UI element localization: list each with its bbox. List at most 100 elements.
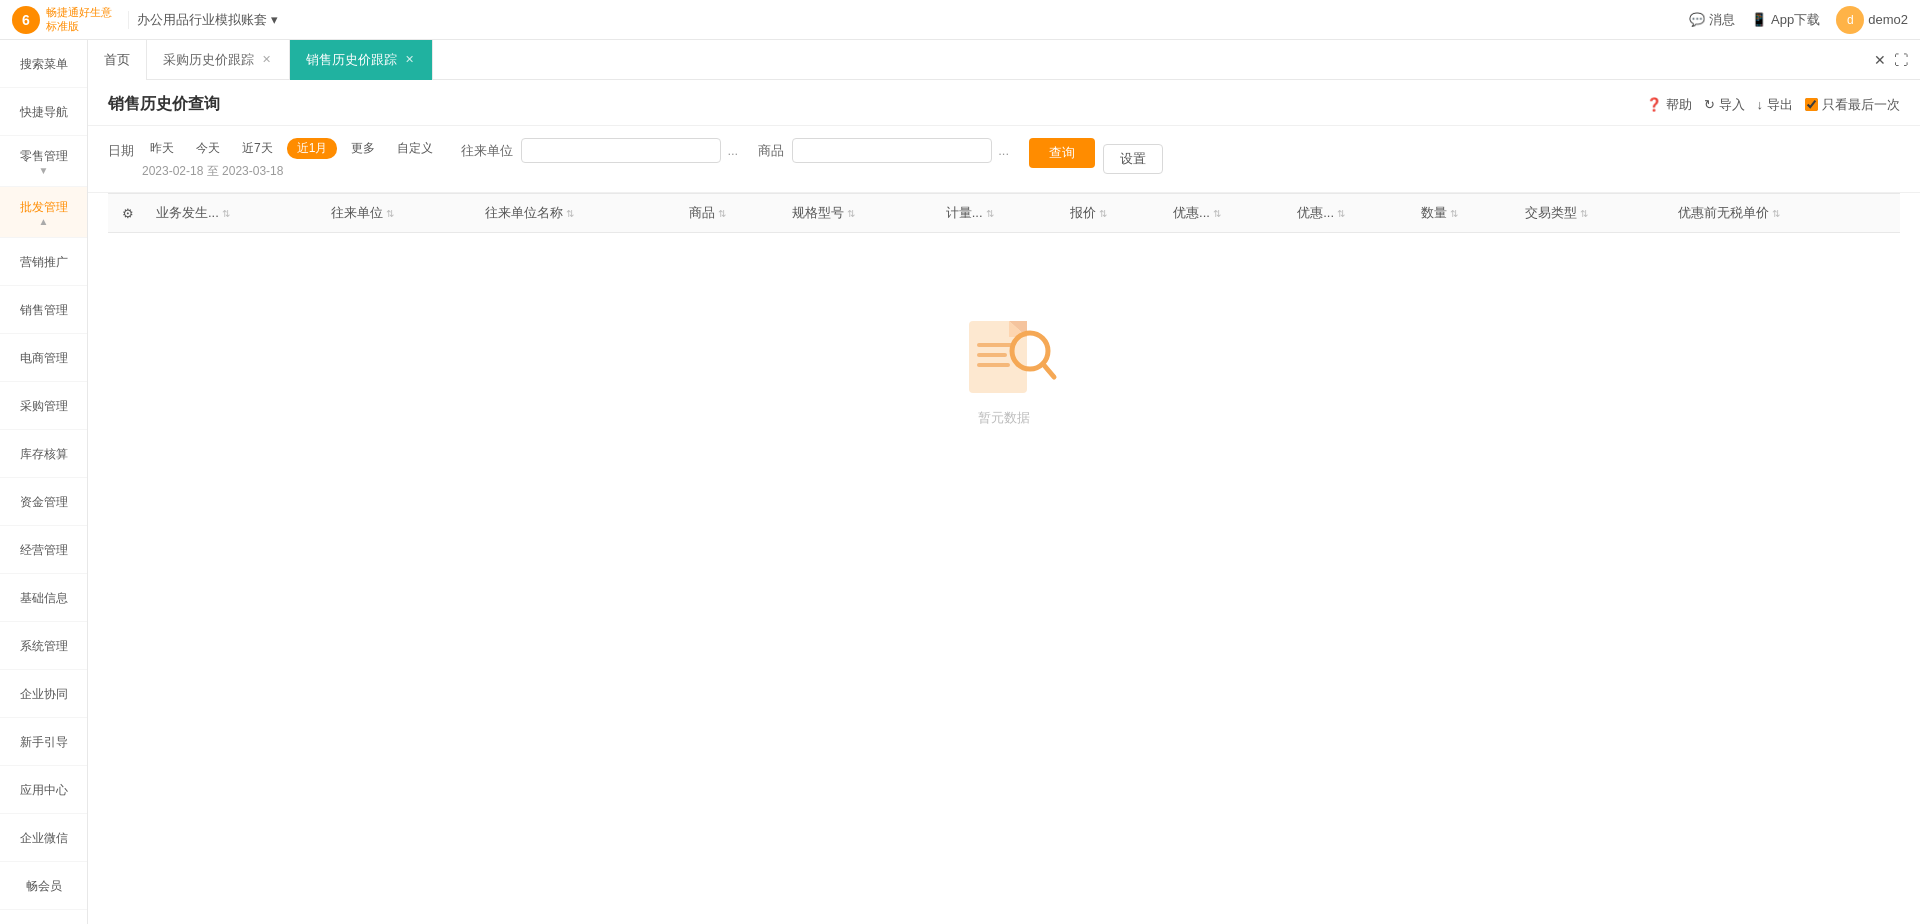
sidebar-item-guide[interactable]: 新手引导 (0, 718, 87, 766)
tab-home[interactable]: 首页 (88, 40, 147, 80)
sidebar-item-finance[interactable]: 资金管理 (0, 478, 87, 526)
tab-bar-right: ✕ ⛶ (1862, 52, 1920, 68)
only-last-checkbox[interactable]: 只看最后一次 (1805, 96, 1900, 114)
svg-rect-4 (977, 353, 1007, 357)
partner-label: 往来单位 (461, 138, 513, 160)
page-header-actions: ❓ 帮助 ↻ 导入 ↓ 导出 只看最后一次 (1646, 96, 1901, 114)
col-qty[interactable]: 数量 ⇅ (1413, 194, 1516, 233)
date-btn-today[interactable]: 今天 (188, 138, 228, 159)
col-discount1[interactable]: 优惠... ⇅ (1165, 194, 1289, 233)
partner-input[interactable] (521, 138, 721, 163)
col-discount2[interactable]: 优惠... ⇅ (1289, 194, 1413, 233)
sort-icon: ⇅ (1772, 208, 1780, 219)
svg-rect-5 (977, 363, 1010, 367)
only-last-input[interactable] (1805, 98, 1818, 111)
sidebar-item-sales[interactable]: 销售管理 (0, 286, 87, 334)
svg-rect-3 (977, 343, 1013, 347)
col-settings[interactable]: ⚙ (108, 194, 148, 233)
sidebar-item-wholesale[interactable]: 批发管理 ▲ (0, 187, 87, 238)
tab-sales-close[interactable]: ✕ (403, 53, 416, 66)
empty-svg-icon (954, 313, 1064, 403)
message-btn[interactable]: 💬 消息 (1689, 11, 1735, 29)
product-dots[interactable]: ... (998, 143, 1009, 158)
product-filter-group: 商品 ... (758, 138, 1009, 163)
col-product[interactable]: 商品 ⇅ (681, 194, 784, 233)
sort-icon: ⇅ (566, 208, 574, 219)
sidebar-item-ops[interactable]: 经营管理 (0, 526, 87, 574)
col-partner-name[interactable]: 往来单位名称 ⇅ (477, 194, 681, 233)
sort-icon: ⇅ (986, 208, 994, 219)
export-btn[interactable]: ↓ 导出 (1757, 96, 1794, 114)
query-button[interactable]: 查询 (1029, 138, 1095, 168)
svg-line-7 (1043, 364, 1054, 377)
tab-sales-label: 销售历史价跟踪 (306, 51, 397, 69)
sidebar-item-search-menu[interactable]: 搜索菜单 (0, 40, 87, 88)
content-area: 首页 采购历史价跟踪 ✕ 销售历史价跟踪 ✕ ✕ ⛶ 销售历史价查询 (88, 40, 1920, 924)
date-label: 日期 (108, 138, 134, 160)
help-icon: ❓ (1646, 97, 1662, 112)
chevron-up-icon: ▲ (39, 216, 49, 227)
sort-icon: ⇅ (1213, 208, 1221, 219)
sort-icon: ⇅ (847, 208, 855, 219)
empty-state: 暂元数据 (108, 233, 1900, 507)
date-btn-7days[interactable]: 近7天 (234, 138, 281, 159)
sidebar-item-purchase[interactable]: 采购管理 (0, 382, 87, 430)
top-header: 6 畅捷通好生意 标准版 办公用品行业模拟账套 ▾ 💬 消息 📱 App下载 d… (0, 0, 1920, 40)
table-header-row: ⚙ 业务发生... ⇅ 往来单位 ⇅ (108, 194, 1900, 233)
col-unit[interactable]: 计量... ⇅ (938, 194, 1062, 233)
tab-maximize-icon[interactable]: ⛶ (1894, 52, 1908, 68)
sidebar-item-system[interactable]: 系统管理 (0, 622, 87, 670)
header-left: 6 畅捷通好生意 标准版 办公用品行业模拟账套 ▾ (12, 6, 286, 34)
date-range-display: 2023-02-18 至 2023-03-18 (142, 163, 441, 180)
tab-close-all-icon[interactable]: ✕ (1874, 52, 1886, 68)
partner-input-group: ... (521, 138, 738, 163)
user-btn[interactable]: d demo2 (1836, 6, 1908, 34)
import-btn[interactable]: ↻ 导入 (1704, 96, 1745, 114)
col-partner-code[interactable]: 往来单位 ⇅ (323, 194, 477, 233)
sidebar-item-wechat[interactable]: 企业微信 (0, 814, 87, 862)
filter-actions: 查询 设置 (1029, 138, 1163, 174)
sidebar-item-inventory[interactable]: 库存核算 (0, 430, 87, 478)
date-btn-more[interactable]: 更多 (343, 138, 383, 159)
sort-icon: ⇅ (386, 208, 394, 219)
page-header: 销售历史价查询 ❓ 帮助 ↻ 导入 ↓ 导出 (88, 80, 1920, 126)
col-spec[interactable]: 规格型号 ⇅ (784, 194, 938, 233)
col-trade-type[interactable]: 交易类型 ⇅ (1517, 194, 1671, 233)
page-title: 销售历史价查询 (108, 94, 220, 115)
sort-icon: ⇅ (1580, 208, 1588, 219)
partner-dots[interactable]: ... (727, 143, 738, 158)
sidebar-item-ecom[interactable]: 电商管理 (0, 334, 87, 382)
tab-sales-history[interactable]: 销售历史价跟踪 ✕ (290, 40, 433, 80)
sort-icon: ⇅ (1450, 208, 1458, 219)
filter-dates: 昨天 今天 近7天 近1月 更多 自定义 2023-02-18 至 2023-0… (142, 138, 441, 180)
settings-button[interactable]: 设置 (1103, 144, 1163, 174)
product-input[interactable] (792, 138, 992, 163)
import-icon: ↻ (1704, 97, 1715, 112)
sidebar-item-apps[interactable]: 应用中心 (0, 766, 87, 814)
tab-purchase-history[interactable]: 采购历史价跟踪 ✕ (147, 40, 290, 80)
message-icon: 💬 (1689, 12, 1705, 27)
app-download-btn[interactable]: 📱 App下载 (1751, 11, 1820, 29)
header-right: 💬 消息 📱 App下载 d demo2 (1689, 6, 1908, 34)
date-btn-yesterday[interactable]: 昨天 (142, 138, 182, 159)
date-btn-1month[interactable]: 近1月 (287, 138, 338, 159)
col-pretax-price[interactable]: 优惠前无税单价 ⇅ (1670, 194, 1900, 233)
sidebar-item-member[interactable]: 畅会员 (0, 862, 87, 910)
tab-purchase-close[interactable]: ✕ (260, 53, 273, 66)
help-btn[interactable]: ❓ 帮助 (1646, 96, 1692, 114)
date-filter-group: 日期 昨天 今天 近7天 近1月 更多 自定义 2023-02-18 至 202… (108, 138, 441, 180)
sort-icon: ⇅ (1337, 208, 1345, 219)
sidebar-item-quick-nav[interactable]: 快捷导航 (0, 88, 87, 136)
filter-bar: 日期 昨天 今天 近7天 近1月 更多 自定义 2023-02-18 至 202… (88, 126, 1920, 193)
col-biz-date[interactable]: 业务发生... ⇅ (148, 194, 323, 233)
date-btn-custom[interactable]: 自定义 (389, 138, 441, 159)
chevron-down-icon: ▾ (271, 12, 278, 27)
col-quote[interactable]: 报价 ⇅ (1062, 194, 1165, 233)
sidebar-item-base[interactable]: 基础信息 (0, 574, 87, 622)
app-selector[interactable]: 办公用品行业模拟账套 ▾ (128, 11, 286, 29)
sidebar-item-retail[interactable]: 零售管理 ▼ (0, 136, 87, 187)
chevron-down-icon: ▼ (39, 165, 49, 176)
sidebar-item-corp[interactable]: 企业协同 (0, 670, 87, 718)
tab-purchase-label: 采购历史价跟踪 (163, 51, 254, 69)
sidebar-item-marketing[interactable]: 营销推广 (0, 238, 87, 286)
